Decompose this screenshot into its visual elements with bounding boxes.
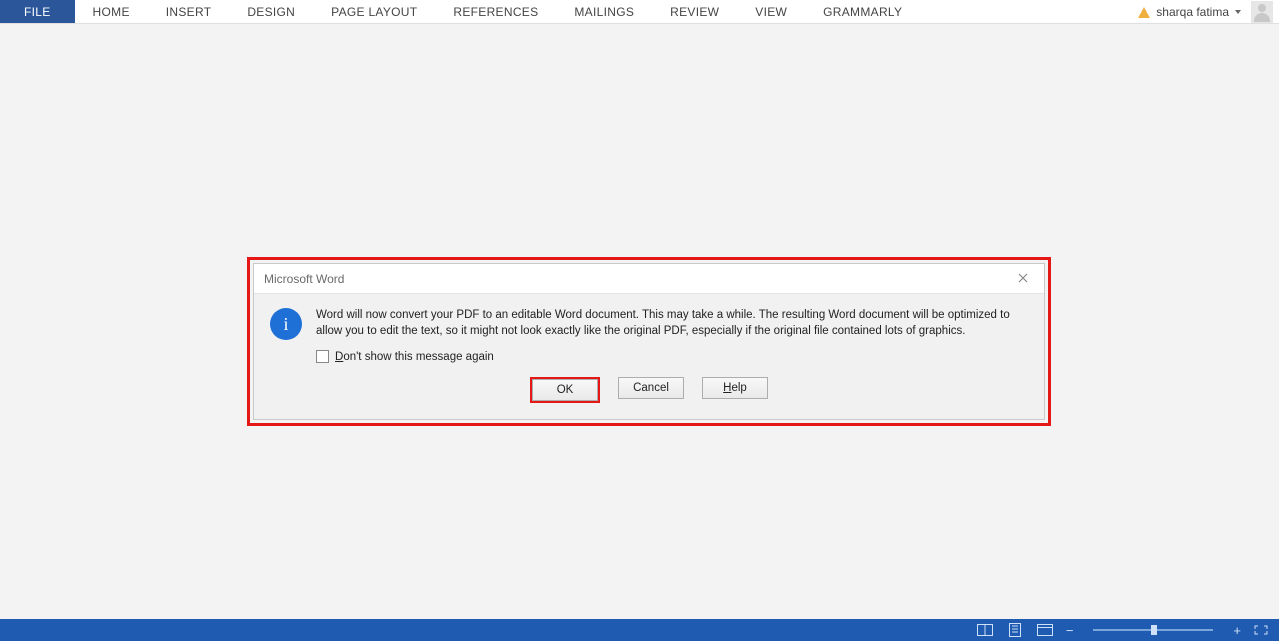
dont-show-again-label: Don't show this message again [335, 351, 494, 363]
dialog-buttons: OK Cancel Help [270, 377, 1028, 403]
cancel-button[interactable]: Cancel [618, 377, 684, 399]
tab-references[interactable]: REFERENCES [435, 0, 556, 23]
avatar[interactable] [1251, 1, 1273, 23]
web-layout-icon[interactable] [1036, 623, 1054, 637]
dialog-message: Word will now convert your PDF to an edi… [316, 308, 1028, 340]
tab-design[interactable]: DESIGN [229, 0, 313, 23]
ribbon-tabs: FILE HOME INSERT DESIGN PAGE LAYOUT REFE… [0, 0, 1279, 24]
ok-button-highlight: OK [530, 377, 600, 403]
tab-view[interactable]: VIEW [737, 0, 805, 23]
chevron-down-icon [1235, 10, 1241, 14]
close-icon [1018, 273, 1028, 283]
dont-show-again-row[interactable]: Don't show this message again [316, 350, 1028, 363]
fit-to-window-icon[interactable] [1253, 623, 1271, 637]
user-name-label: sharqa fatima [1156, 5, 1229, 19]
convert-pdf-dialog: Microsoft Word i Word will now convert y… [253, 263, 1045, 420]
zoom-slider[interactable] [1093, 629, 1213, 631]
tab-review[interactable]: REVIEW [652, 0, 737, 23]
tab-mailings[interactable]: MAILINGS [556, 0, 652, 23]
print-layout-icon[interactable] [1006, 623, 1024, 637]
tab-insert[interactable]: INSERT [148, 0, 230, 23]
zoom-out-button[interactable]: − [1066, 623, 1074, 638]
user-area[interactable]: sharqa fatima [1138, 0, 1273, 24]
checkbox-icon[interactable] [316, 350, 329, 363]
tab-grammarly[interactable]: GRAMMARLY [805, 0, 920, 23]
dialog-highlight: Microsoft Word i Word will now convert y… [247, 257, 1051, 426]
read-mode-icon[interactable] [976, 623, 994, 637]
tab-page-layout[interactable]: PAGE LAYOUT [313, 0, 435, 23]
info-icon: i [270, 308, 302, 340]
dialog-title-text: Microsoft Word [264, 272, 344, 286]
dialog-titlebar: Microsoft Word [254, 264, 1044, 294]
close-button[interactable] [1006, 264, 1040, 292]
ok-button[interactable]: OK [532, 379, 598, 401]
help-button[interactable]: Help [702, 377, 768, 399]
zoom-in-button[interactable]: + [1233, 623, 1241, 638]
warning-icon [1138, 7, 1150, 18]
slider-thumb[interactable] [1151, 625, 1157, 635]
tab-home[interactable]: HOME [75, 0, 148, 23]
tab-file[interactable]: FILE [0, 0, 75, 23]
dialog-body: i Word will now convert your PDF to an e… [254, 294, 1044, 419]
status-bar: − + [0, 619, 1279, 641]
